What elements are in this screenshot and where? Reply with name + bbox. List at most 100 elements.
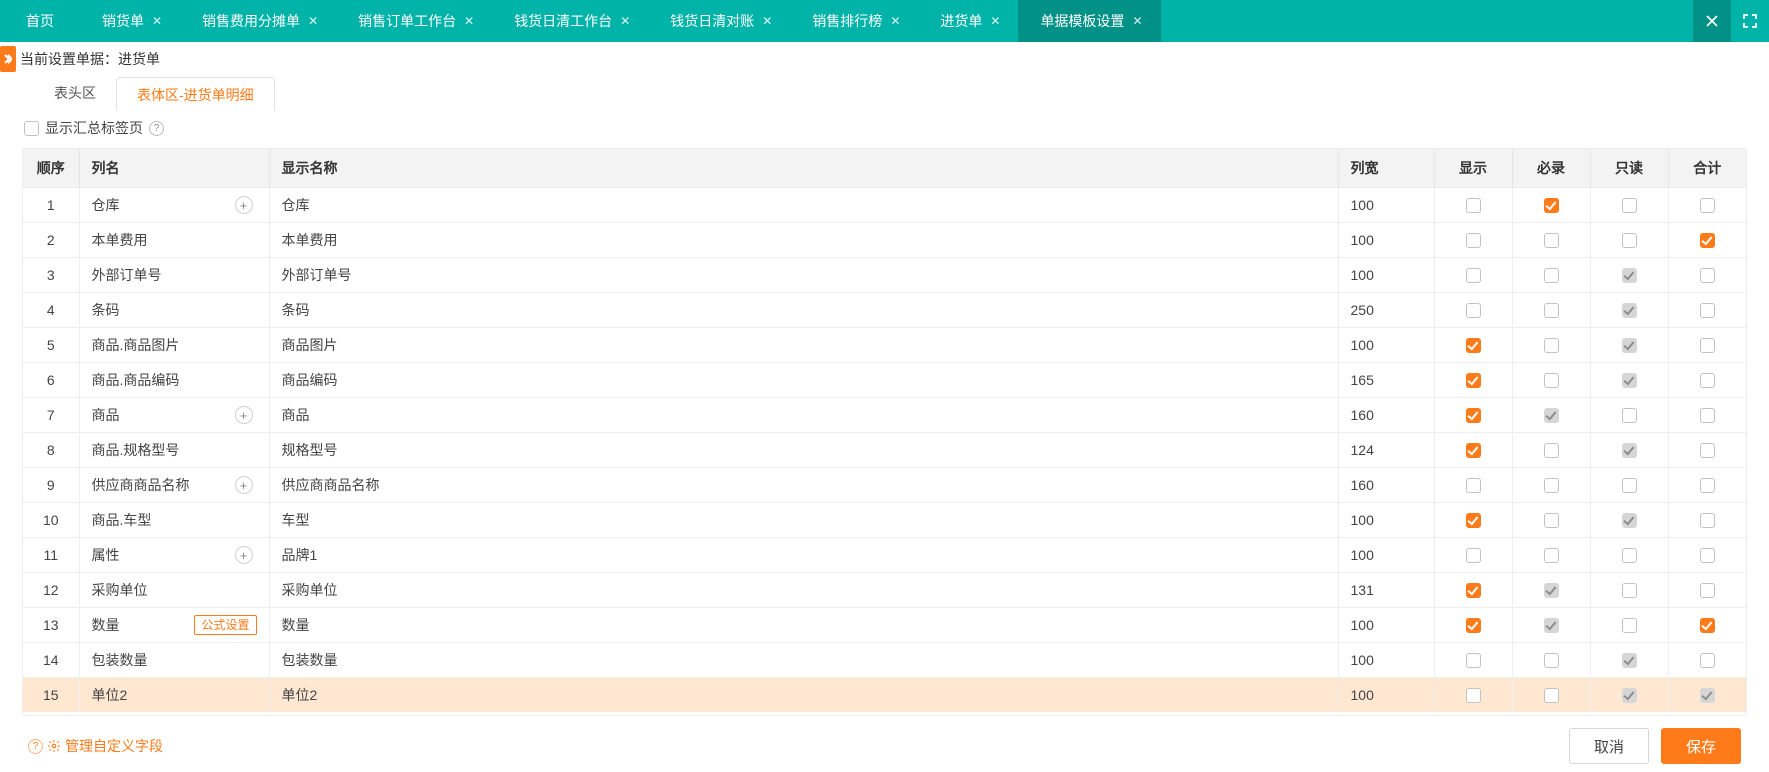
checkbox[interactable] (1544, 303, 1559, 318)
checkbox[interactable] (1544, 478, 1559, 493)
checkbox[interactable] (1544, 373, 1559, 388)
cell-display-name[interactable]: 本单费用 (269, 223, 1338, 258)
checkbox[interactable] (1700, 583, 1715, 598)
collapse-handle[interactable] (0, 46, 16, 72)
cell-width[interactable]: 100 (1338, 328, 1434, 363)
close-icon[interactable]: ✕ (620, 14, 630, 28)
checkbox[interactable] (1466, 198, 1481, 213)
top-tab[interactable]: 销售订单工作台✕ (336, 0, 492, 42)
cell-width[interactable]: 100 (1338, 643, 1434, 678)
checkbox[interactable] (1466, 688, 1481, 703)
checkbox[interactable] (1466, 303, 1481, 318)
cell-width[interactable]: 124 (1338, 433, 1434, 468)
cell-display-name[interactable]: 仓库 (269, 188, 1338, 223)
checkbox[interactable] (1466, 373, 1481, 388)
cell-display-name[interactable]: 条码 (269, 293, 1338, 328)
save-button[interactable]: 保存 (1661, 728, 1741, 764)
checkbox[interactable] (1466, 478, 1481, 493)
cancel-button[interactable]: 取消 (1569, 728, 1649, 764)
checkbox[interactable] (1466, 408, 1481, 423)
checkbox[interactable] (1622, 408, 1637, 423)
checkbox[interactable] (1700, 233, 1715, 248)
add-sub-column-button[interactable]: + (235, 476, 253, 494)
top-tab[interactable]: 钱货日清对账✕ (648, 0, 790, 42)
checkbox[interactable] (1622, 583, 1637, 598)
close-icon[interactable]: ✕ (890, 14, 900, 28)
checkbox[interactable] (1466, 268, 1481, 283)
checkbox[interactable] (1544, 198, 1559, 213)
close-active-tab-button[interactable] (1693, 0, 1731, 42)
cell-display-name[interactable]: 外部订单号 (269, 258, 1338, 293)
cell-display-name[interactable]: 采购单位 (269, 573, 1338, 608)
cell-display-name[interactable]: 商品编码 (269, 363, 1338, 398)
add-sub-column-button[interactable]: + (235, 406, 253, 424)
checkbox[interactable] (1700, 198, 1715, 213)
cell-display-name[interactable]: 商品图片 (269, 328, 1338, 363)
checkbox[interactable] (1544, 338, 1559, 353)
checkbox[interactable] (1700, 478, 1715, 493)
columns-table-scroll[interactable]: 顺序 列名 显示名称 列宽 显示 必录 只读 合计 1仓库+仓库1002本单费用… (23, 149, 1746, 715)
cell-width[interactable]: 100 (1338, 503, 1434, 538)
section-tab[interactable]: 表体区-进货单明细 (116, 77, 275, 111)
top-tab[interactable]: 单据模板设置✕ (1018, 0, 1160, 42)
manage-custom-fields-link[interactable]: ? 管理自定义字段 (28, 736, 163, 756)
cell-width[interactable]: 100 (1338, 538, 1434, 573)
top-tab[interactable]: 钱货日清工作台✕ (492, 0, 648, 42)
top-tab[interactable]: 首页 (0, 0, 80, 42)
checkbox[interactable] (1544, 548, 1559, 563)
close-icon[interactable]: ✕ (1132, 14, 1142, 28)
checkbox[interactable] (1622, 233, 1637, 248)
close-icon[interactable]: ✕ (762, 14, 772, 28)
help-icon[interactable]: ? (149, 121, 164, 136)
checkbox[interactable] (1466, 443, 1481, 458)
checkbox[interactable] (1466, 653, 1481, 668)
checkbox[interactable] (1700, 268, 1715, 283)
checkbox[interactable] (1700, 513, 1715, 528)
checkbox[interactable] (1622, 548, 1637, 563)
cell-display-name[interactable]: 单位2 (269, 678, 1338, 713)
cell-display-name[interactable]: 供应商商品名称 (269, 468, 1338, 503)
checkbox[interactable] (1700, 408, 1715, 423)
checkbox[interactable] (1700, 548, 1715, 563)
cell-width[interactable]: 100 (1338, 188, 1434, 223)
checkbox[interactable] (1544, 233, 1559, 248)
checkbox[interactable] (1544, 653, 1559, 668)
checkbox[interactable] (1700, 443, 1715, 458)
cell-display-name[interactable]: 数量 (269, 608, 1338, 643)
cell-width[interactable]: 100 (1338, 608, 1434, 643)
cell-display-name[interactable]: 规格型号 (269, 433, 1338, 468)
cell-width[interactable]: 131 (1338, 573, 1434, 608)
checkbox[interactable] (1466, 513, 1481, 528)
cell-width[interactable]: 100 (1338, 223, 1434, 258)
checkbox[interactable] (1700, 618, 1715, 633)
show-summary-tab-checkbox[interactable] (24, 121, 39, 136)
checkbox[interactable] (1622, 198, 1637, 213)
checkbox[interactable] (1622, 618, 1637, 633)
section-tab[interactable]: 表头区 (34, 76, 116, 110)
checkbox[interactable] (1466, 618, 1481, 633)
cell-display-name[interactable]: 包装数量 (269, 643, 1338, 678)
cell-width[interactable]: 100 (1338, 678, 1434, 713)
checkbox[interactable] (1466, 338, 1481, 353)
checkbox[interactable] (1700, 653, 1715, 668)
cell-width[interactable]: 100 (1338, 258, 1434, 293)
cell-display-name[interactable]: 车型 (269, 503, 1338, 538)
add-sub-column-button[interactable]: + (235, 546, 253, 564)
cell-width[interactable]: 160 (1338, 398, 1434, 433)
top-tab[interactable]: 销售排行榜✕ (790, 0, 918, 42)
checkbox[interactable] (1544, 688, 1559, 703)
checkbox[interactable] (1544, 443, 1559, 458)
close-icon[interactable]: ✕ (152, 14, 162, 28)
cell-width[interactable]: 250 (1338, 293, 1434, 328)
checkbox[interactable] (1700, 303, 1715, 318)
cell-display-name[interactable]: 品牌1 (269, 538, 1338, 573)
cell-display-name[interactable]: 商品 (269, 398, 1338, 433)
top-tab[interactable]: 进货单✕ (918, 0, 1018, 42)
checkbox[interactable] (1700, 373, 1715, 388)
checkbox[interactable] (1466, 548, 1481, 563)
top-tab[interactable]: 销货单✕ (80, 0, 180, 42)
checkbox[interactable] (1700, 338, 1715, 353)
fullscreen-button[interactable] (1731, 0, 1769, 42)
top-tab[interactable]: 销售费用分摊单✕ (180, 0, 336, 42)
cell-width[interactable]: 165 (1338, 363, 1434, 398)
